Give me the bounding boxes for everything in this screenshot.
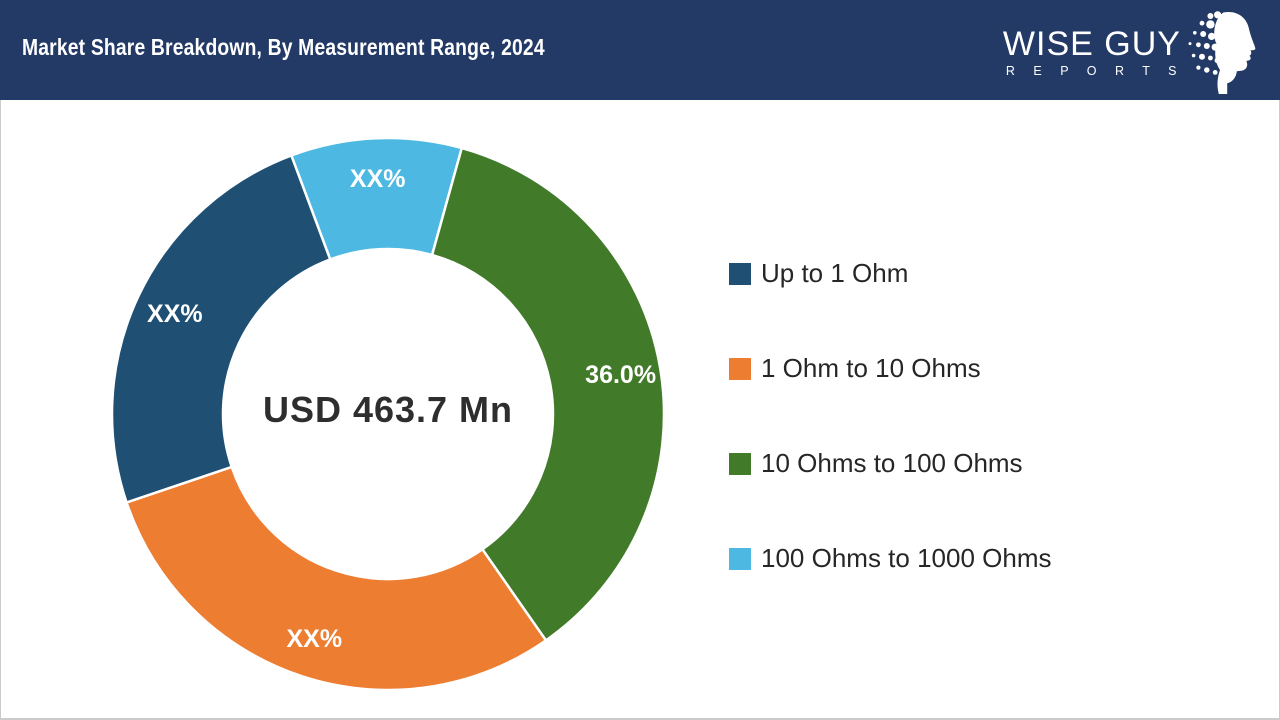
donut-segment-4	[110, 154, 332, 504]
brand-face-icon	[1188, 11, 1256, 94]
brand-logo: WISE GUY R E P O R T S	[1003, 10, 1262, 94]
legend-item: Up to 1 Ohm	[729, 258, 1051, 289]
legend-item: 1 Ohm to 10 Ohms	[729, 353, 1051, 384]
legend-swatch	[729, 357, 751, 380]
legend-swatch	[729, 262, 751, 285]
legend-item: 10 Ohms to 100 Ohms	[729, 448, 1051, 479]
legend-label: 10 Ohms to 100 Ohms	[761, 448, 1023, 478]
brand-subtitle: R E P O R T S	[1005, 63, 1184, 78]
brand-name: WISE GUY	[1002, 24, 1181, 63]
slice-label: 36.0%	[585, 361, 656, 389]
slice-label: XX%	[350, 165, 406, 193]
page-title: Market Share Breakdown, By Measurement R…	[22, 34, 545, 60]
legend-label: Up to 1 Ohm	[761, 258, 909, 288]
header-bar: Market Share Breakdown, By Measurement R…	[0, 0, 1280, 100]
slice-label: XX%	[147, 300, 203, 328]
legend-swatch	[729, 547, 751, 570]
legend-swatch	[729, 452, 751, 475]
donut-center-value: USD 463.7 Mn	[262, 389, 514, 430]
chart-body: XX% 36.0% XX% XX% USD 463.7 Mn Up to 1 Ohm 1…	[0, 100, 1280, 720]
legend-label: 100 Ohms to 1000 Ohms	[761, 543, 1052, 573]
donut-segment-3	[125, 465, 548, 692]
legend: Up to 1 Ohm 1 Ohm to 10 Ohms 10 Ohms to 10…	[729, 258, 1051, 574]
legend-item: 100 Ohms to 1000 Ohms	[729, 543, 1051, 574]
brand-logo-text: WISE GUY R E P O R T S	[1003, 27, 1184, 78]
slice-label: XX%	[286, 625, 342, 653]
legend-label: 1 Ohm to 10 Ohms	[761, 353, 981, 383]
chart-image: WISE GUY R E P O R T S XX% 36.0% XX% XX% US…	[0, 0, 1280, 720]
